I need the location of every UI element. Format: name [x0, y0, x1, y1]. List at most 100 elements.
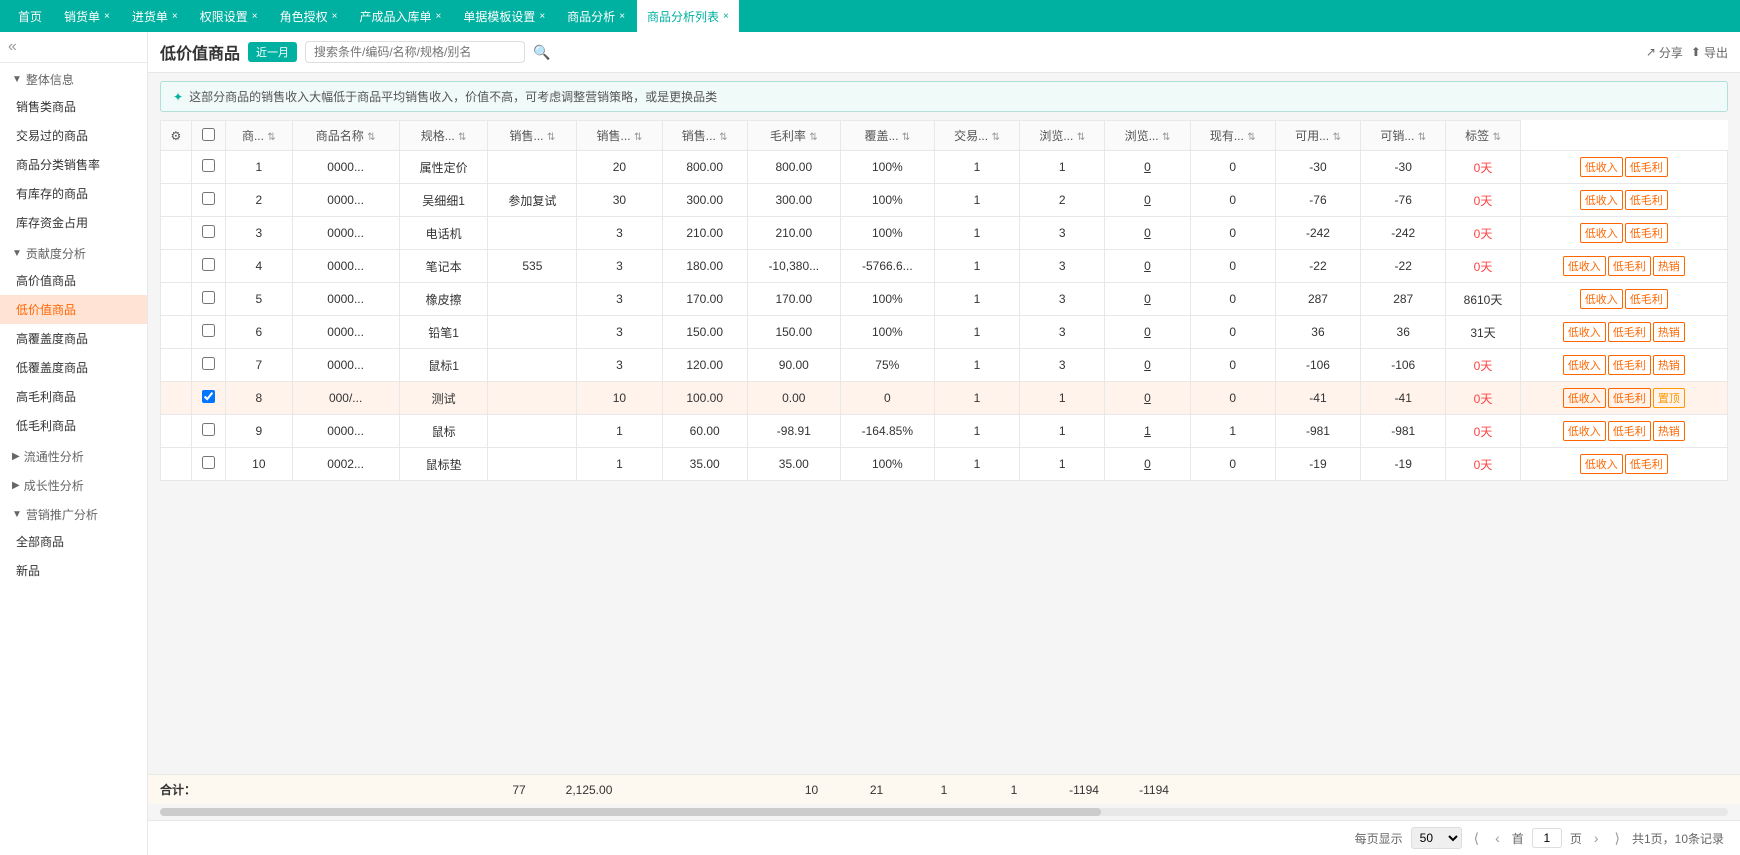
row-checkbox[interactable] [202, 390, 215, 403]
sidebar-group-growth[interactable]: ▶ 成长性分析 [0, 469, 147, 498]
sidebar-item-stock-capital[interactable]: 库存资金占用 [0, 208, 147, 237]
col-saleable[interactable]: 可销... ⇅ [1361, 121, 1446, 151]
col-checkbox-cell[interactable] [191, 151, 225, 184]
view1-value[interactable]: 0 [1144, 259, 1151, 273]
close-icon[interactable]: × [252, 11, 258, 22]
col-checkbox-cell[interactable] [191, 382, 225, 415]
nav-sales-order[interactable]: 销货单 × [54, 0, 120, 32]
view1-value[interactable]: 0 [1144, 457, 1151, 471]
nav-permission-settings[interactable]: 权限设置 × [190, 0, 268, 32]
sidebar-item-high-value[interactable]: 高价值商品 [0, 266, 147, 295]
sidebar-item-high-coverage[interactable]: 高覆盖度商品 [0, 324, 147, 353]
col-view1-cell[interactable]: 0 [1105, 217, 1190, 250]
sidebar-item-stock-products[interactable]: 有库存的商品 [0, 179, 147, 208]
col-spec[interactable]: 规格... ⇅ [399, 121, 488, 151]
col-name-cell[interactable]: 鼠标1 [399, 349, 488, 382]
col-name-cell[interactable]: 橡皮擦 [399, 283, 488, 316]
close-icon[interactable]: × [172, 11, 178, 22]
row-checkbox[interactable] [202, 159, 215, 172]
col-view2[interactable]: 浏览... ⇅ [1105, 121, 1190, 151]
col-available[interactable]: 可用... ⇅ [1275, 121, 1360, 151]
col-name-cell[interactable]: 测试 [399, 382, 488, 415]
sidebar-item-low-margin[interactable]: 低毛利商品 [0, 411, 147, 440]
col-checkbox-cell[interactable] [191, 184, 225, 217]
col-view1-cell[interactable]: 1 [1105, 415, 1190, 448]
row-checkbox[interactable] [202, 192, 215, 205]
col-name-cell[interactable]: 笔记本 [399, 250, 488, 283]
close-icon[interactable]: × [435, 11, 441, 22]
table-container[interactable]: ⚙ 商... ⇅ 商品名称 ⇅ 规格... ⇅ 销售... ⇅ 销售... ⇅ … [148, 112, 1740, 774]
row-checkbox[interactable] [202, 357, 215, 370]
view1-value[interactable]: 0 [1144, 358, 1151, 372]
close-icon[interactable]: × [723, 11, 729, 22]
prev-page-btn[interactable]: ‹ [1491, 828, 1504, 848]
view1-value[interactable]: 0 [1144, 226, 1151, 240]
sidebar-item-all-products[interactable]: 全部商品 [0, 527, 147, 556]
col-current[interactable]: 现有... ⇅ [1190, 121, 1275, 151]
col-checkbox-cell[interactable] [191, 217, 225, 250]
col-name-cell[interactable]: 吴细细1 [399, 184, 488, 217]
col-view1-cell[interactable]: 0 [1105, 184, 1190, 217]
current-page-input[interactable] [1532, 828, 1562, 848]
col-name-cell[interactable]: 电话机 [399, 217, 488, 250]
view1-value[interactable]: 0 [1144, 325, 1151, 339]
nav-product-analysis-list[interactable]: 商品分析列表 × [637, 0, 739, 32]
page-size-select[interactable]: 50 100 200 [1411, 827, 1462, 849]
sidebar-item-high-margin[interactable]: 高毛利商品 [0, 382, 147, 411]
col-checkbox-cell[interactable] [191, 283, 225, 316]
sidebar-item-low-value[interactable]: 低价值商品 [0, 295, 147, 324]
row-checkbox[interactable] [202, 456, 215, 469]
col-tags[interactable]: 标签 ⇅ [1446, 121, 1520, 151]
row-checkbox[interactable] [202, 291, 215, 304]
col-checkbox[interactable] [191, 121, 225, 151]
close-icon[interactable]: × [539, 11, 545, 22]
row-checkbox[interactable] [202, 324, 215, 337]
nav-template-settings[interactable]: 单据模板设置 × [453, 0, 555, 32]
col-checkbox-cell[interactable] [191, 250, 225, 283]
sidebar-group-liquidity[interactable]: ▶ 流通性分析 [0, 440, 147, 469]
first-page-btn[interactable]: ⟨ [1470, 828, 1483, 849]
export-button[interactable]: ⬆ 导出 [1691, 44, 1728, 61]
col-name-cell[interactable]: 属性定价 [399, 151, 488, 184]
col-gear[interactable]: ⚙ [161, 121, 192, 151]
share-button[interactable]: ↗ 分享 [1646, 44, 1683, 61]
col-view1-cell[interactable]: 0 [1105, 316, 1190, 349]
nav-role-auth[interactable]: 角色授权 × [270, 0, 348, 32]
view1-value[interactable]: 1 [1144, 424, 1151, 438]
select-all-checkbox[interactable] [202, 128, 215, 141]
sidebar-item-sales-products[interactable]: 销售类商品 [0, 92, 147, 121]
sidebar-group-contribution[interactable]: ▼ 贡献度分析 [0, 237, 147, 266]
col-view1-cell[interactable]: 0 [1105, 448, 1190, 481]
row-checkbox[interactable] [202, 423, 215, 436]
col-checkbox-cell[interactable] [191, 415, 225, 448]
view1-value[interactable]: 0 [1144, 391, 1151, 405]
sidebar-item-new-products[interactable]: 新品 [0, 556, 147, 585]
last-page-btn[interactable]: ⟩ [1611, 828, 1624, 849]
search-input[interactable] [305, 41, 525, 63]
sidebar-item-low-coverage[interactable]: 低覆盖度商品 [0, 353, 147, 382]
col-sales-price[interactable]: 销售... ⇅ [577, 121, 662, 151]
col-code[interactable]: 商... ⇅ [226, 121, 293, 151]
col-view1-cell[interactable]: 0 [1105, 250, 1190, 283]
col-name[interactable]: 商品名称 ⇅ [292, 121, 399, 151]
close-icon[interactable]: × [332, 11, 338, 22]
date-range-tag[interactable]: 近一月 [248, 42, 297, 62]
col-checkbox-cell[interactable] [191, 349, 225, 382]
col-checkbox-cell[interactable] [191, 316, 225, 349]
col-checkbox-cell[interactable] [191, 448, 225, 481]
col-name-cell[interactable]: 鼠标 [399, 415, 488, 448]
horizontal-scrollbar[interactable] [160, 808, 1728, 816]
sidebar-group-overall[interactable]: ▼ 整体信息 [0, 63, 147, 92]
nav-product-analysis[interactable]: 商品分析 × [557, 0, 635, 32]
next-page-btn[interactable]: › [1590, 828, 1603, 848]
row-checkbox[interactable] [202, 258, 215, 271]
col-coverage[interactable]: 覆盖... ⇅ [840, 121, 934, 151]
col-view1-cell[interactable]: 0 [1105, 283, 1190, 316]
view1-value[interactable]: 0 [1144, 160, 1151, 174]
col-sales-amount[interactable]: 销售... ⇅ [662, 121, 747, 151]
sidebar-item-traded-products[interactable]: 交易过的商品 [0, 121, 147, 150]
sidebar-group-marketing[interactable]: ▼ 营销推广分析 [0, 498, 147, 527]
scroll-thumb[interactable] [160, 808, 1101, 816]
close-icon[interactable]: × [619, 11, 625, 22]
sidebar-collapse-btn[interactable]: « [8, 38, 17, 56]
